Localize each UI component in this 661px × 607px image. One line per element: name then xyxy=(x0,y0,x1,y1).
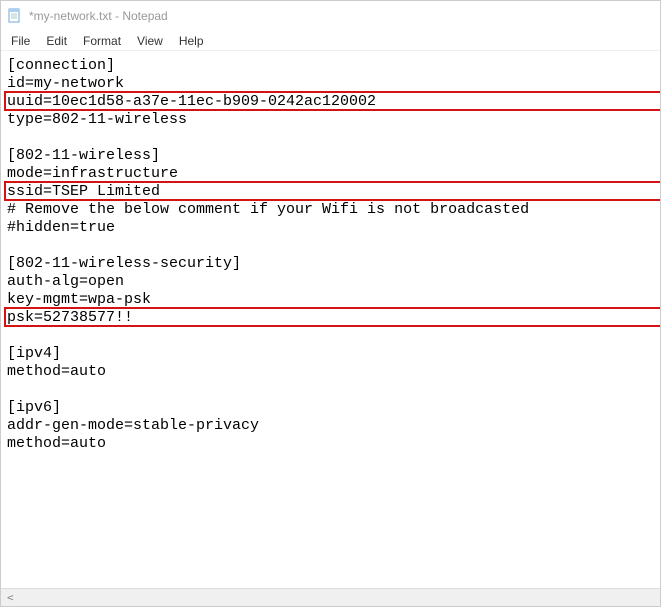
text-line: #hidden=true xyxy=(7,219,654,237)
text-line: method=auto xyxy=(7,435,654,453)
text-line: [802-11-wireless-security] xyxy=(7,255,654,273)
text-editor-area[interactable]: [connection]id=my-networkuuid=10ec1d58-a… xyxy=(1,51,660,588)
text-line: ssid=TSEP Limited xyxy=(7,183,654,201)
text-line xyxy=(7,381,654,399)
menubar: File Edit Format View Help xyxy=(1,31,660,51)
statusbar: < xyxy=(1,588,660,606)
window-title: *my-network.txt - Notepad xyxy=(29,9,168,23)
menu-format[interactable]: Format xyxy=(75,32,129,50)
text-line: id=my-network xyxy=(7,75,654,93)
text-line: [802-11-wireless] xyxy=(7,147,654,165)
text-line: [ipv4] xyxy=(7,345,654,363)
menu-file[interactable]: File xyxy=(5,32,38,50)
text-line: uuid=10ec1d58-a37e-11ec-b909-0242ac12000… xyxy=(7,93,654,111)
text-line: [connection] xyxy=(7,57,654,75)
menu-help[interactable]: Help xyxy=(171,32,212,50)
titlebar: *my-network.txt - Notepad xyxy=(1,1,660,31)
notepad-icon xyxy=(7,8,23,24)
text-line: method=auto xyxy=(7,363,654,381)
text-line: key-mgmt=wpa-psk xyxy=(7,291,654,309)
menu-edit[interactable]: Edit xyxy=(38,32,75,50)
menu-view[interactable]: View xyxy=(129,32,171,50)
text-line: mode=infrastructure xyxy=(7,165,654,183)
text-line: [ipv6] xyxy=(7,399,654,417)
text-line xyxy=(7,237,654,255)
text-line xyxy=(7,129,654,147)
text-line: psk=52738577!! xyxy=(7,309,654,327)
text-line: type=802-11-wireless xyxy=(7,111,654,129)
statusbar-left: < xyxy=(7,591,14,604)
text-line xyxy=(7,327,654,345)
text-line: auth-alg=open xyxy=(7,273,654,291)
text-line: # Remove the below comment if your Wifi … xyxy=(7,201,654,219)
text-line: addr-gen-mode=stable-privacy xyxy=(7,417,654,435)
